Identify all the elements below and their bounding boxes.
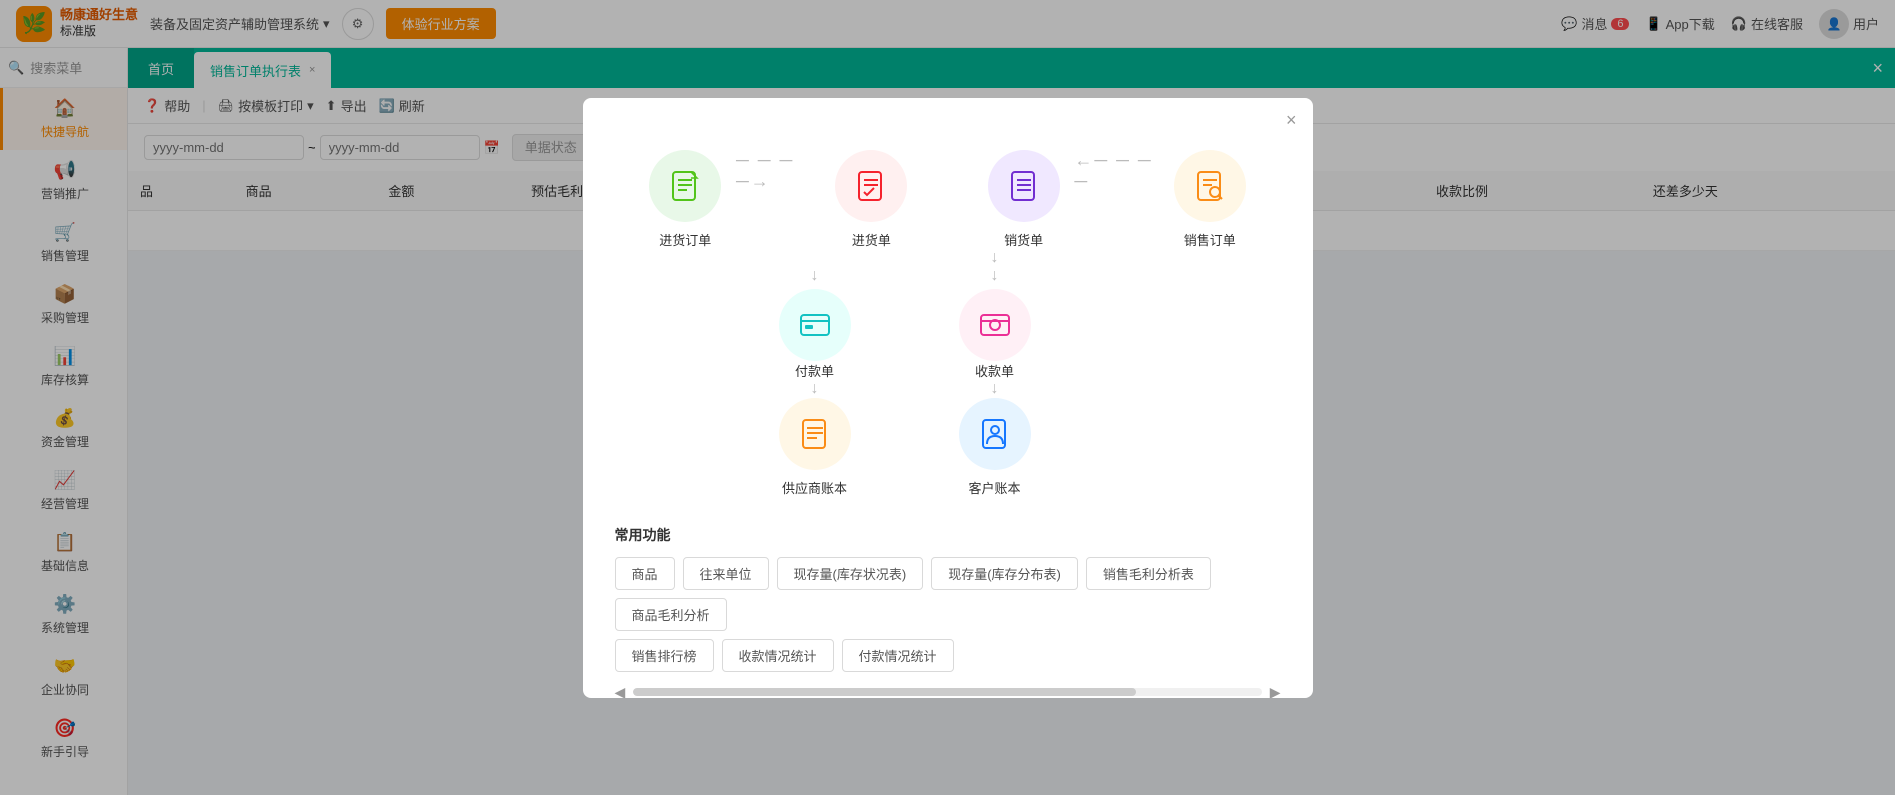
arrow-down-to-payment: ↓ bbox=[811, 267, 819, 285]
scroll-track[interactable] bbox=[633, 688, 1261, 696]
scroll-indicator: ◀ ▶ bbox=[615, 684, 1281, 698]
func-btn-stock-status[interactable]: 现存量(库存状况表) bbox=[777, 557, 924, 590]
purchase-bill-label: 进货单 bbox=[852, 230, 891, 249]
sales-bill-circle bbox=[988, 150, 1060, 222]
purchase-order-circle bbox=[649, 150, 721, 222]
func-btn-contacts[interactable]: 往来单位 bbox=[683, 557, 769, 590]
payment-bill-label: 付款单 bbox=[795, 361, 834, 380]
modal-content: × 进货订单 ─ ─ ─ ─→ bbox=[583, 98, 1313, 698]
sales-order-label: 销售订单 bbox=[1184, 230, 1236, 249]
func-btn-product[interactable]: 商品 bbox=[615, 557, 675, 590]
purchase-bill-circle bbox=[835, 150, 907, 222]
func-btn-sales-profit[interactable]: 销售毛利分析表 bbox=[1086, 557, 1211, 590]
purchase-order-label: 进货订单 bbox=[659, 230, 711, 249]
scroll-left-arrow[interactable]: ◀ bbox=[615, 684, 626, 698]
common-functions-title: 常用功能 bbox=[615, 525, 1281, 545]
flow-node-receipt-bill[interactable]: ↓ 收款单 bbox=[935, 267, 1055, 380]
func-btn-sales-rank[interactable]: 销售排行榜 bbox=[615, 639, 714, 672]
customer-account-label: 客户账本 bbox=[968, 478, 1020, 497]
flow-node-purchase-order[interactable]: 进货订单 bbox=[635, 150, 737, 249]
func-buttons-row2: 销售排行榜 收款情况统计 付款情况统计 bbox=[615, 639, 1281, 672]
flow-section: 进货订单 ─ ─ ─ ─→ 进货单 bbox=[615, 130, 1281, 517]
arrow-down-purchase bbox=[755, 249, 875, 267]
receipt-bill-label: 收款单 bbox=[975, 361, 1014, 380]
arrow-down-sales: ↓ bbox=[935, 249, 1055, 267]
arrow-2: ←─ ─ ─ ─ bbox=[1074, 150, 1159, 220]
spacer-r4-2 bbox=[875, 380, 935, 398]
arrow-down-to-receipt: ↓ bbox=[991, 267, 999, 285]
sales-bill-label: 销货单 bbox=[1004, 230, 1043, 249]
flow-node-sales-order[interactable]: 销售订单 bbox=[1159, 150, 1261, 249]
spacer-r4-1 bbox=[635, 380, 755, 398]
supplier-account-label: 供应商账本 bbox=[782, 478, 847, 497]
arrow-1: ─ ─ ─ ─→ bbox=[736, 150, 821, 220]
receipt-bill-circle bbox=[959, 289, 1031, 361]
modal-overlay[interactable]: × 进货订单 ─ ─ ─ ─→ bbox=[0, 0, 1895, 795]
flow-node-payment-bill[interactable]: ↓ 付款单 bbox=[755, 267, 875, 380]
scroll-right-arrow[interactable]: ▶ bbox=[1270, 684, 1281, 698]
flow-node-supplier-account[interactable]: 供应商账本 bbox=[755, 398, 875, 497]
flow-node-customer-account[interactable]: 客户账本 bbox=[935, 398, 1055, 497]
customer-account-circle bbox=[959, 398, 1031, 470]
func-btn-product-profit[interactable]: 商品毛利分析 bbox=[615, 598, 727, 631]
supplier-account-circle bbox=[779, 398, 851, 470]
arrow-down-to-supplier: ↓ bbox=[755, 380, 875, 398]
spacer-r2-1 bbox=[635, 249, 755, 267]
flow-node-sales-bill[interactable]: 销货单 bbox=[973, 150, 1075, 249]
spacer-r2-2 bbox=[875, 249, 935, 267]
payment-bill-circle bbox=[779, 289, 851, 361]
func-btn-stock-dist[interactable]: 现存量(库存分布表) bbox=[931, 557, 1078, 590]
func-btn-receipt-stats[interactable]: 收款情况统计 bbox=[722, 639, 834, 672]
func-btn-payment-stats[interactable]: 付款情况统计 bbox=[842, 639, 954, 672]
sales-order-circle bbox=[1174, 150, 1246, 222]
arrow-down-to-customer: ↓ bbox=[935, 380, 1055, 398]
modal-close-button[interactable]: × bbox=[1286, 110, 1297, 131]
func-buttons-row1: 商品 往来单位 现存量(库存状况表) 现存量(库存分布表) 销售毛利分析表 商品… bbox=[615, 557, 1281, 631]
scroll-thumb bbox=[633, 688, 1136, 696]
flow-node-purchase-bill[interactable]: 进货单 bbox=[821, 150, 923, 249]
common-functions-section: 常用功能 商品 往来单位 现存量(库存状况表) 现存量(库存分布表) 销售毛利分… bbox=[615, 525, 1281, 698]
